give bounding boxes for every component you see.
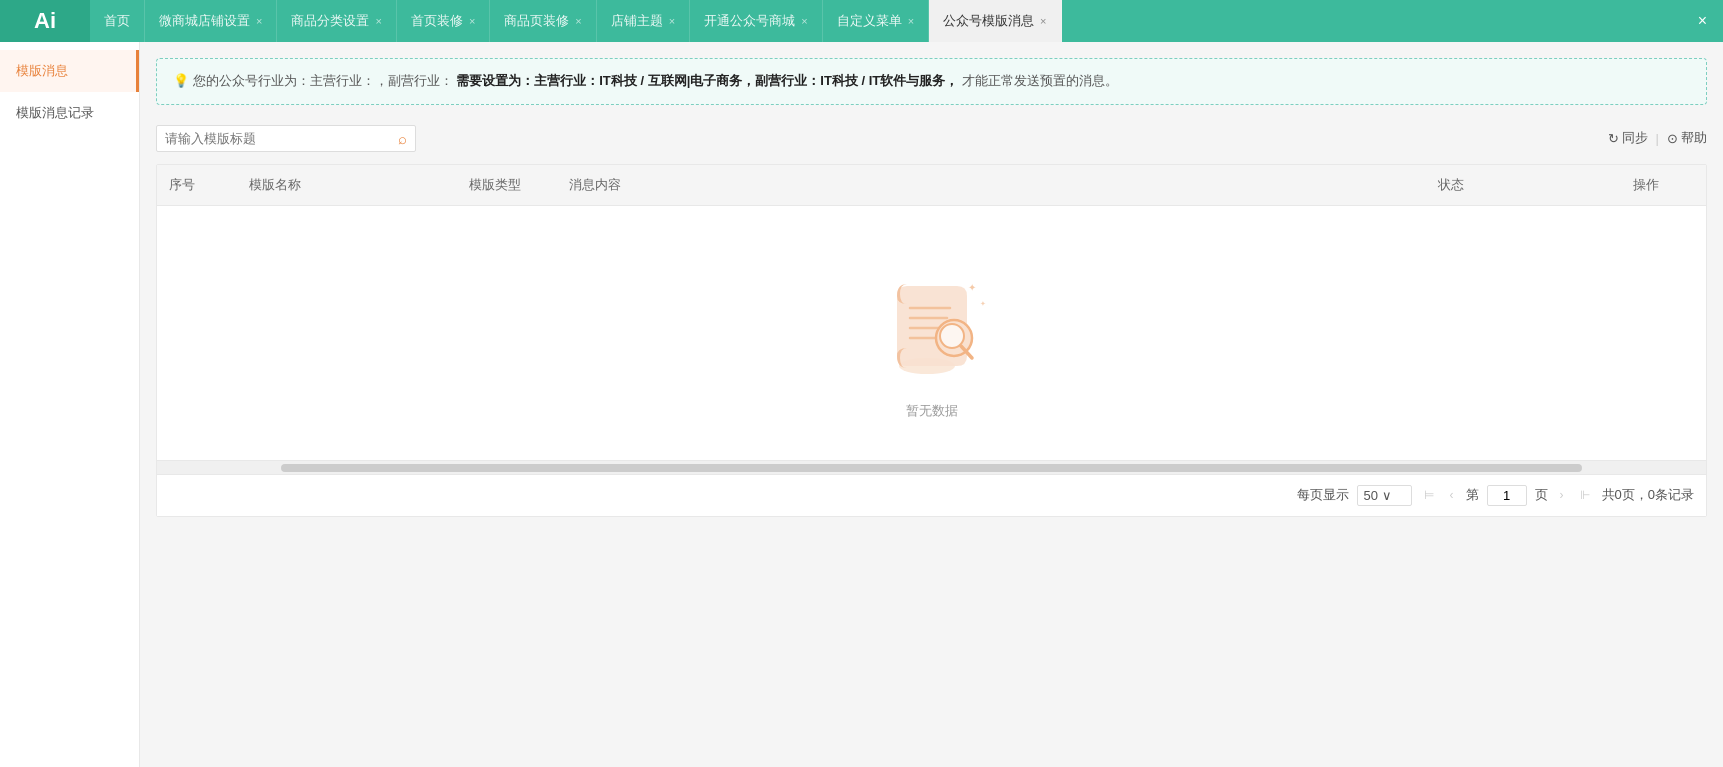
empty-icon: ✦ ✦ [872,266,992,386]
next-page-button[interactable]: › [1556,486,1568,504]
per-page-value: 50 [1364,488,1378,503]
prev-page-button[interactable]: ‹ [1446,486,1458,504]
tab-micro-shop[interactable]: 微商城店铺设置 × [145,0,277,42]
tab-shop-theme[interactable]: 店铺主题 × [597,0,690,42]
tab-close-custom-menu[interactable]: × [908,15,914,27]
tab-category[interactable]: 商品分类设置 × [277,0,396,42]
tab-close-product-deco[interactable]: × [575,15,581,27]
sync-icon: ↻ [1608,131,1619,146]
main-layout: 模版消息 模版消息记录 💡 您的公众号行业为：主营行业：，副营行业： 需要设置为… [0,42,1723,767]
search-bar: ⌕ ↻ 同步 | ⊙ 帮助 [156,125,1707,152]
per-page-label: 每页显示 [1297,486,1349,504]
tab-close-shop-theme[interactable]: × [669,15,675,27]
empty-state: ✦ ✦ 暂无数据 [157,206,1706,460]
sync-button[interactable]: ↻ 同步 [1608,129,1648,147]
first-page-button[interactable]: ⊨ [1420,486,1438,504]
tab-close-category[interactable]: × [375,15,381,27]
search-input[interactable] [165,131,398,146]
tab-home[interactable]: 首页 [90,0,145,42]
page-input[interactable] [1487,485,1527,506]
logo: Ai [0,0,90,42]
tab-close-home-deco[interactable]: × [469,15,475,27]
empty-text: 暂无数据 [906,402,958,420]
help-button[interactable]: ⊙ 帮助 [1667,129,1707,147]
chevron-down-icon: ∨ [1382,488,1392,503]
col-header-type: 模版类型 [457,165,557,205]
sidebar-item-template-msg[interactable]: 模版消息 [0,50,139,92]
col-header-content: 消息内容 [557,165,1426,205]
search-actions: ↻ 同步 | ⊙ 帮助 [1608,129,1707,147]
last-page-button[interactable]: ⊩ [1576,486,1594,504]
search-input-wrapper[interactable]: ⌕ [156,125,416,152]
sync-label: 同步 [1622,129,1648,147]
page-suffix: 页 [1535,486,1548,504]
action-divider: | [1656,131,1659,146]
tab-close-micro-shop[interactable]: × [256,15,262,27]
col-header-name: 模版名称 [237,165,457,205]
sidebar: 模版消息 模版消息记录 [0,42,140,767]
data-table: 序号 模版名称 模版类型 消息内容 状态 操作 [156,164,1707,517]
notice-icon: 💡 [173,73,193,88]
tab-product-deco[interactable]: 商品页装修 × [490,0,596,42]
tab-home-deco[interactable]: 首页装修 × [397,0,490,42]
tab-bar: 首页 微商城店铺设置 × 商品分类设置 × 首页装修 × 商品页装修 × 店铺主… [90,0,1682,42]
horizontal-scrollbar[interactable] [157,460,1706,474]
per-page-select[interactable]: 50 ∨ [1357,485,1412,506]
col-header-seq: 序号 [157,165,237,205]
global-close-button[interactable]: × [1682,12,1723,30]
notice-highlight: 需要设置为：主营行业：IT科技 / 互联网|电子商务，副营行业：IT科技 / I… [456,73,958,88]
svg-text:✦: ✦ [968,282,976,293]
tab-template-msg[interactable]: 公众号模版消息 × [929,0,1061,42]
page-label: 第 [1466,486,1479,504]
search-icon[interactable]: ⌕ [398,130,407,147]
pagination: 每页显示 50 ∨ ⊨ ‹ 第 页 › ⊩ 共0页，0条记录 [157,474,1706,516]
tab-custom-menu[interactable]: 自定义菜单 × [823,0,929,42]
total-text: 共0页，0条记录 [1602,486,1694,504]
tab-open-wechat[interactable]: 开通公众号商城 × [690,0,822,42]
top-nav: Ai 首页 微商城店铺设置 × 商品分类设置 × 首页装修 × 商品页装修 × … [0,0,1723,42]
sidebar-item-template-log[interactable]: 模版消息记录 [0,92,139,134]
notice-suffix: 才能正常发送预置的消息。 [962,73,1118,88]
col-header-action: 操作 [1586,165,1706,205]
help-icon: ⊙ [1667,131,1678,146]
help-label: 帮助 [1681,129,1707,147]
tab-close-template-msg[interactable]: × [1040,15,1046,27]
notice-box: 💡 您的公众号行业为：主营行业：，副营行业： 需要设置为：主营行业：IT科技 /… [156,58,1707,105]
content-area: 💡 您的公众号行业为：主营行业：，副营行业： 需要设置为：主营行业：IT科技 /… [140,42,1723,767]
scroll-thumb[interactable] [281,464,1582,472]
tab-close-open-wechat[interactable]: × [801,15,807,27]
col-header-status: 状态 [1426,165,1586,205]
table-header: 序号 模版名称 模版类型 消息内容 状态 操作 [157,165,1706,206]
notice-prefix: 您的公众号行业为：主营行业：，副营行业： [193,73,453,88]
svg-text:✦: ✦ [980,300,986,307]
